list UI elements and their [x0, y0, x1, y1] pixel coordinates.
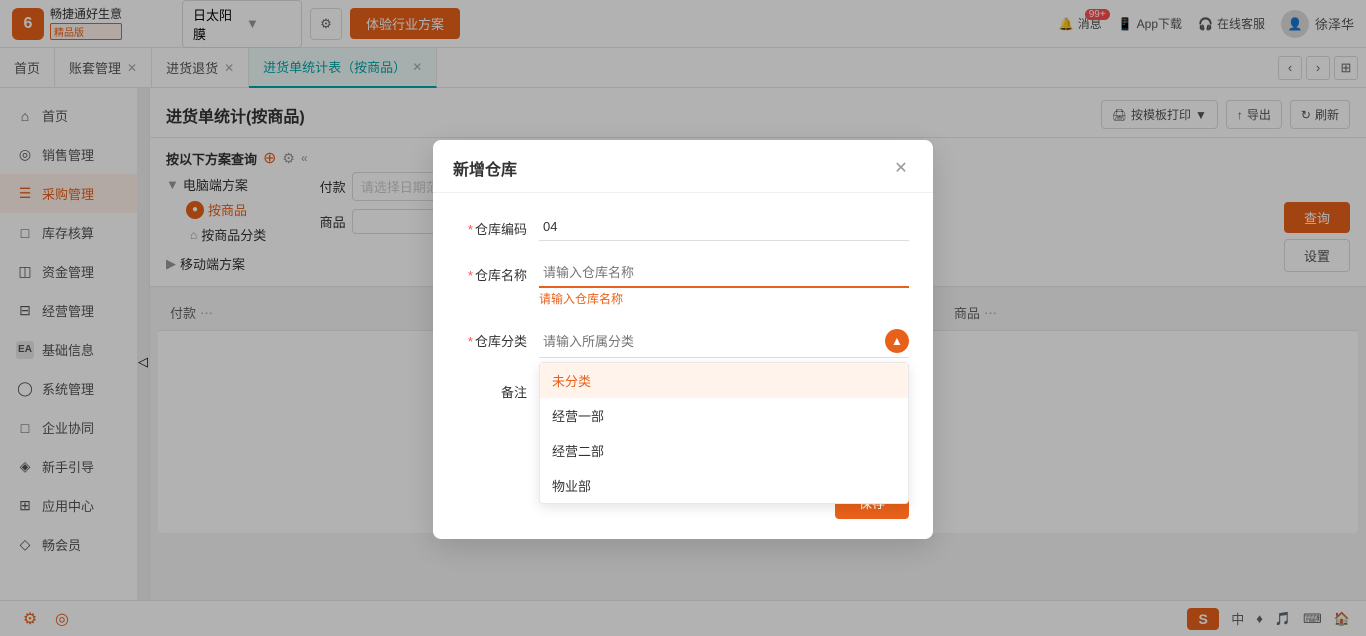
category-label: 仓库分类: [457, 325, 527, 350]
dropdown-option-none[interactable]: 未分类: [540, 363, 908, 398]
new-warehouse-dialog: 新增仓库 ✕ 仓库编码 仓库名称 请输入仓库名称 仓库分类: [433, 140, 933, 539]
remark-label: 备注: [457, 376, 527, 401]
code-label: 仓库编码: [457, 213, 527, 238]
code-input[interactable]: [539, 213, 909, 241]
category-dropdown-toggle[interactable]: ▲: [885, 329, 909, 353]
form-row-code: 仓库编码: [457, 213, 909, 241]
category-input[interactable]: [539, 332, 885, 351]
form-row-name: 仓库名称 请输入仓库名称: [457, 259, 909, 307]
dropdown-option-op2[interactable]: 经营二部: [540, 433, 908, 468]
category-dropdown-list: 未分类 经营一部 经营二部 物业部: [539, 362, 909, 504]
dialog-overlay: 新增仓库 ✕ 仓库编码 仓库名称 请输入仓库名称 仓库分类: [0, 0, 1366, 636]
dialog-header: 新增仓库 ✕: [433, 140, 933, 193]
name-label: 仓库名称: [457, 259, 527, 284]
dropdown-option-op3[interactable]: 物业部: [540, 468, 908, 503]
dialog-title: 新增仓库: [453, 156, 517, 180]
name-input[interactable]: [539, 259, 909, 288]
form-row-category: 仓库分类 ▲ 未分类 经营一部 经营二部 物业部: [457, 325, 909, 358]
dialog-body: 仓库编码 仓库名称 请输入仓库名称 仓库分类 ▲: [433, 193, 933, 474]
name-error-msg: 请输入仓库名称: [539, 290, 909, 307]
dialog-close-button[interactable]: ✕: [889, 156, 913, 180]
name-input-wrapper: 请输入仓库名称: [539, 259, 909, 307]
dropdown-option-op1[interactable]: 经营一部: [540, 398, 908, 433]
